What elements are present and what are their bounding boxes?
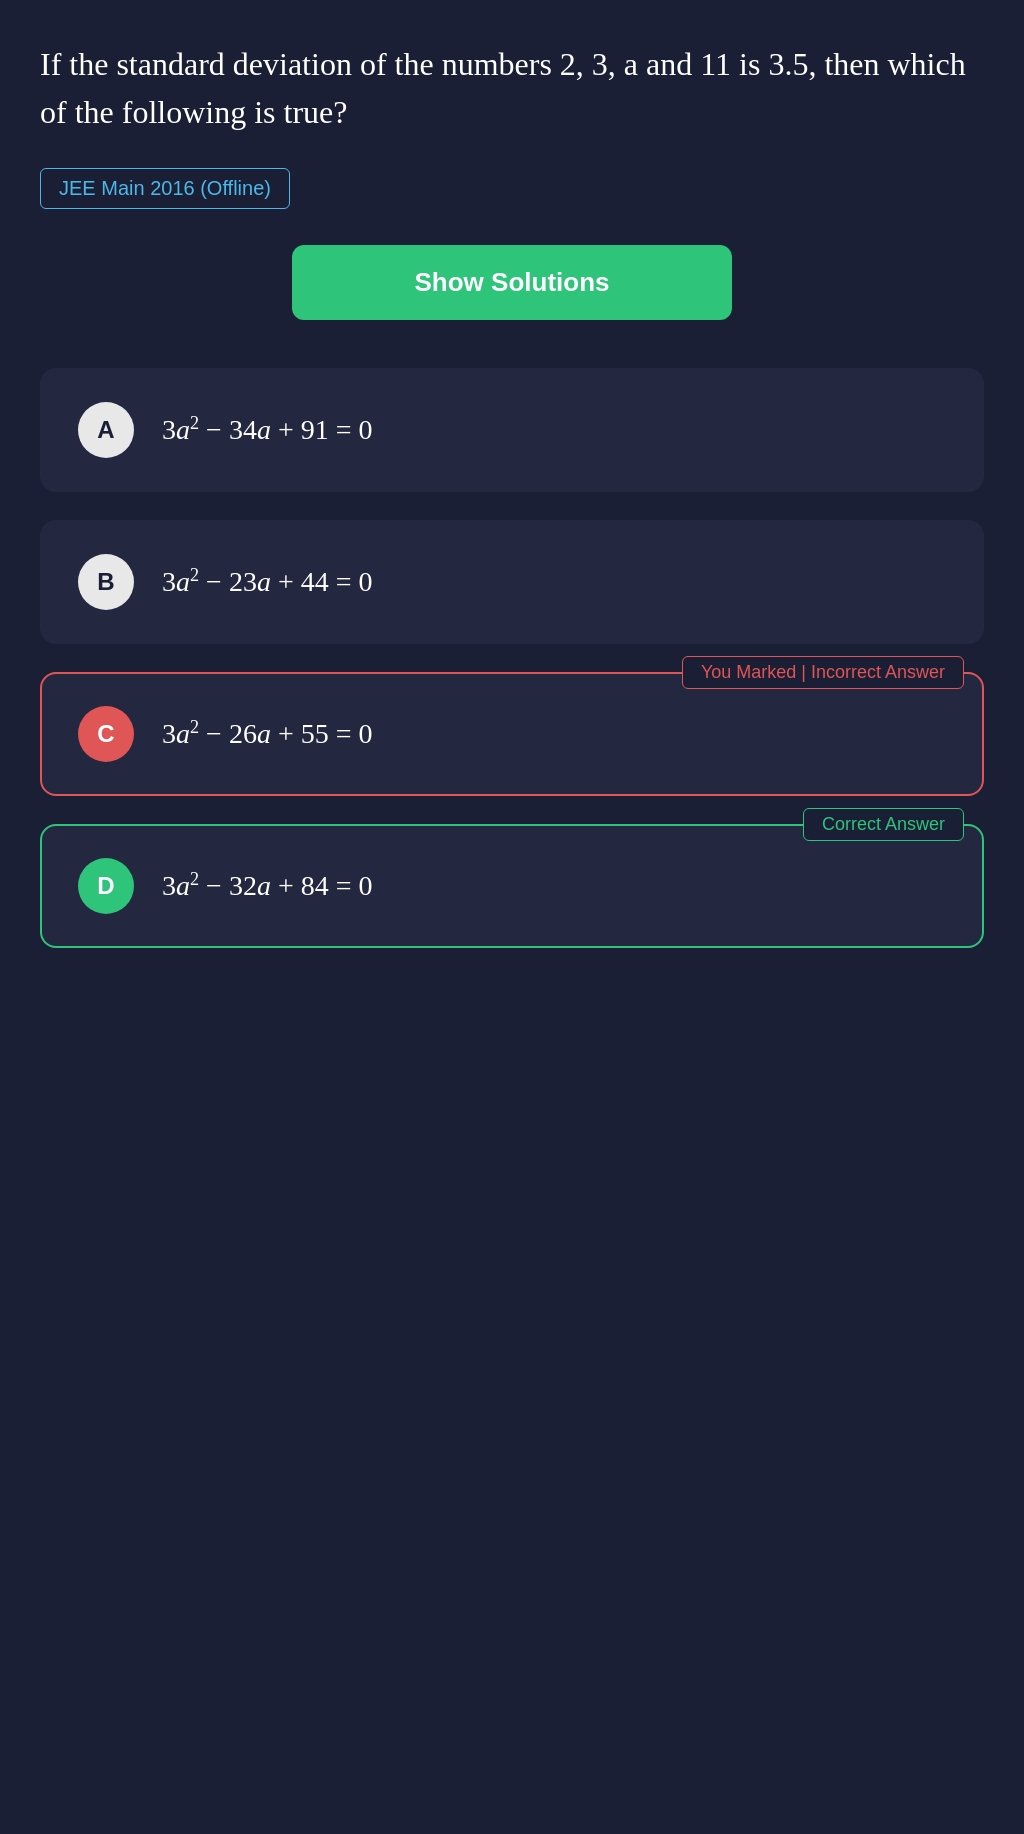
option-text-c: 3a2 − 26a + 55 = 0 <box>162 717 372 750</box>
option-badge-a: A <box>78 402 134 458</box>
option-text-d: 3a2 − 32a + 84 = 0 <box>162 869 372 902</box>
option-card-a[interactable]: A 3a2 − 34a + 91 = 0 <box>40 368 984 492</box>
question-tag: JEE Main 2016 (Offline) <box>40 168 290 209</box>
option-wrapper-d: Correct Answer D 3a2 − 32a + 84 = 0 <box>40 824 984 948</box>
option-card-c[interactable]: C 3a2 − 26a + 55 = 0 <box>40 672 984 796</box>
option-wrapper-b: B 3a2 − 23a + 44 = 0 <box>40 520 984 644</box>
question-text: If the standard deviation of the numbers… <box>40 40 984 136</box>
options-list: A 3a2 − 34a + 91 = 0 B 3a2 − 23a + 44 = … <box>40 368 984 948</box>
option-wrapper-c: You Marked | Incorrect Answer C 3a2 − 26… <box>40 672 984 796</box>
option-text-b: 3a2 − 23a + 44 = 0 <box>162 565 372 598</box>
status-label-c: You Marked | Incorrect Answer <box>682 656 964 689</box>
option-text-a: 3a2 − 34a + 91 = 0 <box>162 413 372 446</box>
option-wrapper-a: A 3a2 − 34a + 91 = 0 <box>40 368 984 492</box>
show-solutions-button[interactable]: Show Solutions <box>292 245 732 320</box>
option-card-b[interactable]: B 3a2 − 23a + 44 = 0 <box>40 520 984 644</box>
option-badge-c: C <box>78 706 134 762</box>
option-card-d[interactable]: D 3a2 − 32a + 84 = 0 <box>40 824 984 948</box>
option-badge-b: B <box>78 554 134 610</box>
status-label-d: Correct Answer <box>803 808 964 841</box>
option-badge-d: D <box>78 858 134 914</box>
